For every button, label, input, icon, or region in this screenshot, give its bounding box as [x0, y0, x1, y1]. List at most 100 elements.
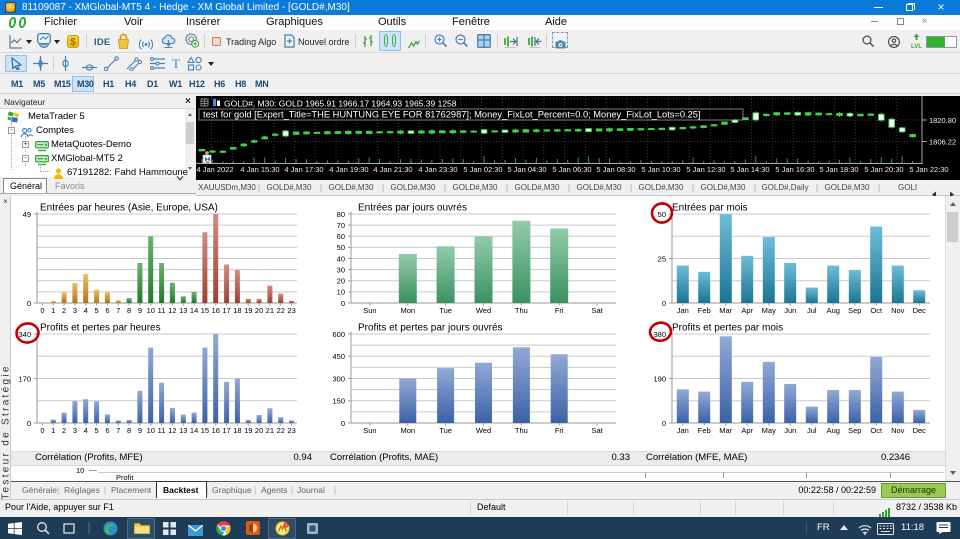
- svg-text:Jul: Jul: [807, 306, 817, 315]
- svg-text:10: 10: [337, 288, 345, 297]
- svg-text:5 Jan 04:30: 5 Jan 04:30: [507, 165, 546, 174]
- svg-text:17: 17: [222, 306, 230, 315]
- svg-text:4 Jan 15:30: 4 Jan 15:30: [240, 165, 279, 174]
- svg-text:60: 60: [337, 232, 345, 241]
- svg-text:5 Jan 10:30: 5 Jan 10:30: [641, 165, 680, 174]
- svg-text:49: 49: [23, 210, 31, 219]
- svg-text:12: 12: [168, 426, 176, 435]
- svg-text:14: 14: [190, 426, 198, 435]
- svg-text:5: 5: [94, 426, 98, 435]
- svg-text:5 Jan 18:30: 5 Jan 18:30: [819, 165, 858, 174]
- svg-text:5 Jan 12:30: 5 Jan 12:30: [686, 165, 725, 174]
- svg-text:6: 6: [105, 306, 109, 315]
- svg-text:23: 23: [287, 306, 295, 315]
- svg-text:4: 4: [84, 306, 88, 315]
- svg-text:0: 0: [40, 306, 44, 315]
- svg-text:Nov: Nov: [891, 426, 905, 435]
- svg-text:40: 40: [337, 254, 345, 263]
- svg-text:Profits et pertes par jours ou: Profits et pertes par jours ouvrés: [358, 323, 503, 334]
- svg-text:23: 23: [287, 426, 295, 435]
- svg-text:Mar: Mar: [719, 306, 732, 315]
- svg-text:0: 0: [40, 426, 44, 435]
- svg-text:25: 25: [658, 254, 666, 263]
- svg-text:Mon: Mon: [400, 426, 415, 435]
- svg-text:9: 9: [138, 426, 142, 435]
- svg-text:22: 22: [277, 426, 285, 435]
- svg-text:340: 340: [18, 330, 31, 339]
- svg-text:8: 8: [127, 306, 131, 315]
- svg-text:5 Jan 06:30: 5 Jan 06:30: [552, 165, 591, 174]
- svg-text:Sun: Sun: [363, 306, 376, 315]
- svg-text:0: 0: [341, 419, 345, 428]
- svg-text:14: 14: [190, 306, 198, 315]
- svg-text:7: 7: [116, 426, 120, 435]
- svg-text:1: 1: [51, 306, 55, 315]
- svg-text:GOLD#, M30: GOLD 1965.91 196: GOLD#, M30: GOLD 1965.91 1966.17 1964.93…: [224, 99, 457, 109]
- svg-text:600: 600: [332, 330, 345, 339]
- svg-text:Wed: Wed: [476, 426, 491, 435]
- svg-text:18: 18: [233, 426, 241, 435]
- svg-text:10: 10: [147, 306, 155, 315]
- svg-text:Tue: Tue: [439, 306, 452, 315]
- svg-text:Feb: Feb: [698, 306, 711, 315]
- svg-text:20: 20: [255, 426, 263, 435]
- svg-text:Nov: Nov: [891, 306, 905, 315]
- svg-text:Thu: Thu: [515, 306, 528, 315]
- svg-text:12: 12: [168, 306, 176, 315]
- svg-text:16: 16: [212, 426, 220, 435]
- svg-text:13: 13: [179, 426, 187, 435]
- svg-text:Oct: Oct: [870, 306, 883, 315]
- svg-text:Aug: Aug: [827, 306, 840, 315]
- svg-text:Tue: Tue: [439, 426, 452, 435]
- svg-text:2: 2: [62, 426, 66, 435]
- svg-text:9: 9: [138, 306, 142, 315]
- svg-text:Sat: Sat: [591, 306, 603, 315]
- svg-text:16: 16: [212, 306, 220, 315]
- svg-text:13: 13: [179, 306, 187, 315]
- svg-text:Fri: Fri: [555, 426, 564, 435]
- svg-text:May: May: [762, 306, 776, 315]
- svg-text:5 Jan 02:30: 5 Jan 02:30: [463, 165, 502, 174]
- svg-text:1820.80: 1820.80: [929, 116, 956, 125]
- svg-text:11: 11: [158, 306, 166, 315]
- svg-text:LVL: LVL: [911, 44, 922, 50]
- svg-text:4 Jan 21:30: 4 Jan 21:30: [373, 165, 412, 174]
- svg-text:Dec: Dec: [913, 306, 927, 315]
- svg-text:Sat: Sat: [591, 426, 603, 435]
- svg-text:22: 22: [277, 306, 285, 315]
- svg-text:Fri: Fri: [555, 306, 564, 315]
- svg-text:Jan: Jan: [677, 306, 689, 315]
- svg-text:Oct: Oct: [870, 426, 883, 435]
- svg-text:30: 30: [337, 265, 345, 274]
- svg-text:380: 380: [653, 330, 666, 339]
- svg-text:17: 17: [222, 426, 230, 435]
- svg-text:0: 0: [27, 419, 31, 428]
- svg-text:Jan: Jan: [677, 426, 689, 435]
- svg-text:Jun: Jun: [784, 306, 796, 315]
- svg-text:4 Jan 19:30: 4 Jan 19:30: [329, 165, 368, 174]
- svg-text:4 Jan 23:30: 4 Jan 23:30: [418, 165, 457, 174]
- svg-text:190: 190: [653, 374, 666, 383]
- svg-text:20: 20: [255, 306, 263, 315]
- svg-text:May: May: [762, 426, 776, 435]
- svg-text:Aug: Aug: [827, 426, 840, 435]
- svg-text:Sep: Sep: [848, 426, 861, 435]
- svg-text:21: 21: [266, 306, 274, 315]
- svg-text:Sun: Sun: [363, 426, 376, 435]
- svg-text:Profits et pertes par mois: Profits et pertes par mois: [672, 323, 783, 334]
- svg-text:Dec: Dec: [913, 426, 927, 435]
- svg-text:Entrées par jours ouvrés: Entrées par jours ouvrés: [358, 203, 467, 214]
- svg-text:3: 3: [73, 426, 77, 435]
- svg-text:20: 20: [337, 277, 345, 286]
- svg-text:5 Jan 16:30: 5 Jan 16:30: [775, 165, 814, 174]
- svg-text:Feb: Feb: [698, 426, 711, 435]
- svg-text:80: 80: [337, 210, 345, 219]
- svg-text:Profits et pertes par heures: Profits et pertes par heures: [40, 323, 161, 334]
- svg-text:450: 450: [332, 352, 345, 361]
- svg-text:21: 21: [266, 426, 274, 435]
- svg-text:19: 19: [244, 426, 252, 435]
- svg-text:10: 10: [147, 426, 155, 435]
- svg-text:2: 2: [62, 306, 66, 315]
- svg-text:Wed: Wed: [476, 306, 491, 315]
- svg-text:Sep: Sep: [848, 306, 861, 315]
